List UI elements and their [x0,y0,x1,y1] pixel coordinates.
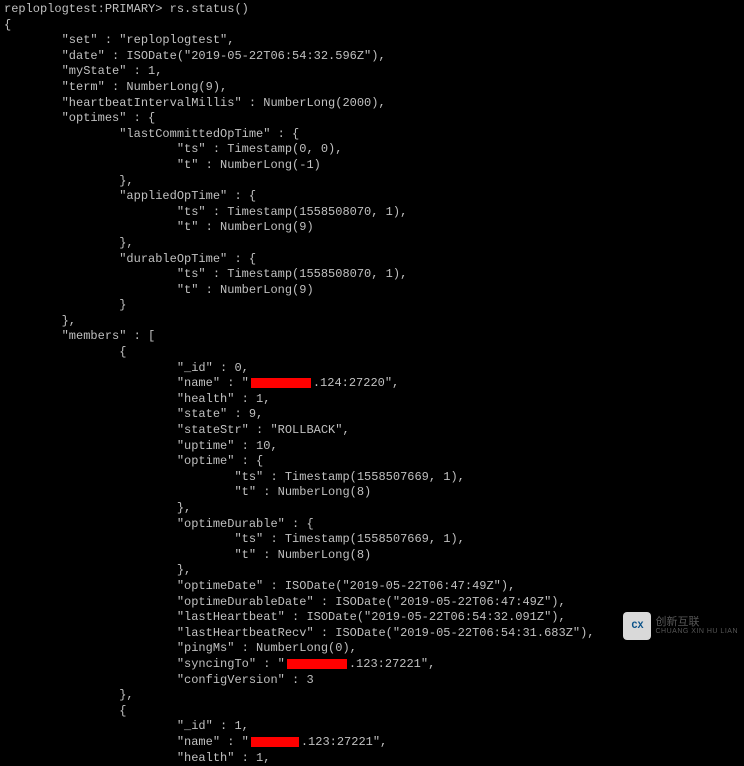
dot-ts: "ts" : Timestamp(1558508070, 1), [4,267,740,283]
lco-close: }, [4,174,740,190]
members-open: "members" : [ [4,329,740,345]
m0-optime-ts: "ts" : Timestamp(1558507669, 1), [4,470,740,486]
m0-sync-post: .123:27221", [349,657,435,671]
m0-optdurdate: "optimeDurableDate" : ISODate("2019-05-2… [4,595,740,611]
m0-id: "_id" : 0, [4,361,740,377]
m0-uptime: "uptime" : 10, [4,439,740,455]
aot-open: "appliedOpTime" : { [4,189,740,205]
m1-name-post: .123:27221", [301,735,387,749]
member-open: { [4,345,740,361]
dot-t: "t" : NumberLong(9) [4,283,740,299]
m0-optdur-close: }, [4,563,740,579]
m0-sync-pre: "syncingTo" : " [4,657,285,671]
m0-name-post: .124:27220", [313,376,399,390]
m0-health: "health" : 1, [4,392,740,408]
json-open: { [4,18,740,34]
set-key: "set" : [4,33,119,47]
m0-close: }, [4,688,740,704]
redacted-ip-icon [287,659,347,669]
m0-ping: "pingMs" : NumberLong(0), [4,641,740,657]
lco-ts: "ts" : Timestamp(0, 0), [4,142,740,158]
watermark: CX 创新互联 CHUANG XIN HU LIAN [623,612,738,640]
dot-open: "durableOpTime" : { [4,252,740,268]
m0-optdate: "optimeDate" : ISODate("2019-05-22T06:47… [4,579,740,595]
m0-optime-open: "optime" : { [4,454,740,470]
m1-open: { [4,704,740,720]
terminal-output: reploplogtest:PRIMARY> rs.status() { "se… [4,2,740,766]
date-val: ISODate("2019-05-22T06:54:32.596Z"), [126,49,385,63]
m0-statestr: "stateStr" : "ROLLBACK", [4,423,740,439]
m0-optime-close: }, [4,501,740,517]
m1-health: "health" : 1, [4,751,740,766]
watermark-sub: CHUANG XIN HU LIAN [655,628,738,636]
m0-name-pre: "name" : " [4,376,249,390]
watermark-brand: 创新互联 [655,616,738,628]
m0-optdur-t: "t" : NumberLong(8) [4,548,740,564]
aot-t: "t" : NumberLong(9) [4,220,740,236]
command-text: rs.status() [170,2,249,16]
prompt-text: reploplogtest:PRIMARY> [4,2,170,16]
aot-close: }, [4,236,740,252]
aot-ts: "ts" : Timestamp(1558508070, 1), [4,205,740,221]
date-key: "date" : [4,49,126,63]
m1-name-pre: "name" : " [4,735,249,749]
hbim-line: "heartbeatIntervalMillis" : NumberLong(2… [4,96,740,112]
term-line: "term" : NumberLong(9), [4,80,740,96]
m1-id: "_id" : 1, [4,719,740,735]
dot-close: } [4,298,740,314]
set-val: "reploplogtest", [119,33,234,47]
redacted-ip-icon [251,378,311,388]
optimes-open: "optimes" : { [4,111,740,127]
lco-t: "t" : NumberLong(-1) [4,158,740,174]
mystate-line: "myState" : 1, [4,64,740,80]
watermark-logo-icon: CX [623,612,651,640]
m0-optdur-ts: "ts" : Timestamp(1558507669, 1), [4,532,740,548]
m0-cfgver: "configVersion" : 3 [4,673,740,689]
m0-state: "state" : 9, [4,407,740,423]
redacted-ip-icon [251,737,299,747]
lco-open: "lastCommittedOpTime" : { [4,127,740,143]
optimes-close: }, [4,314,740,330]
m0-optime-t: "t" : NumberLong(8) [4,485,740,501]
m0-optdur-open: "optimeDurable" : { [4,517,740,533]
